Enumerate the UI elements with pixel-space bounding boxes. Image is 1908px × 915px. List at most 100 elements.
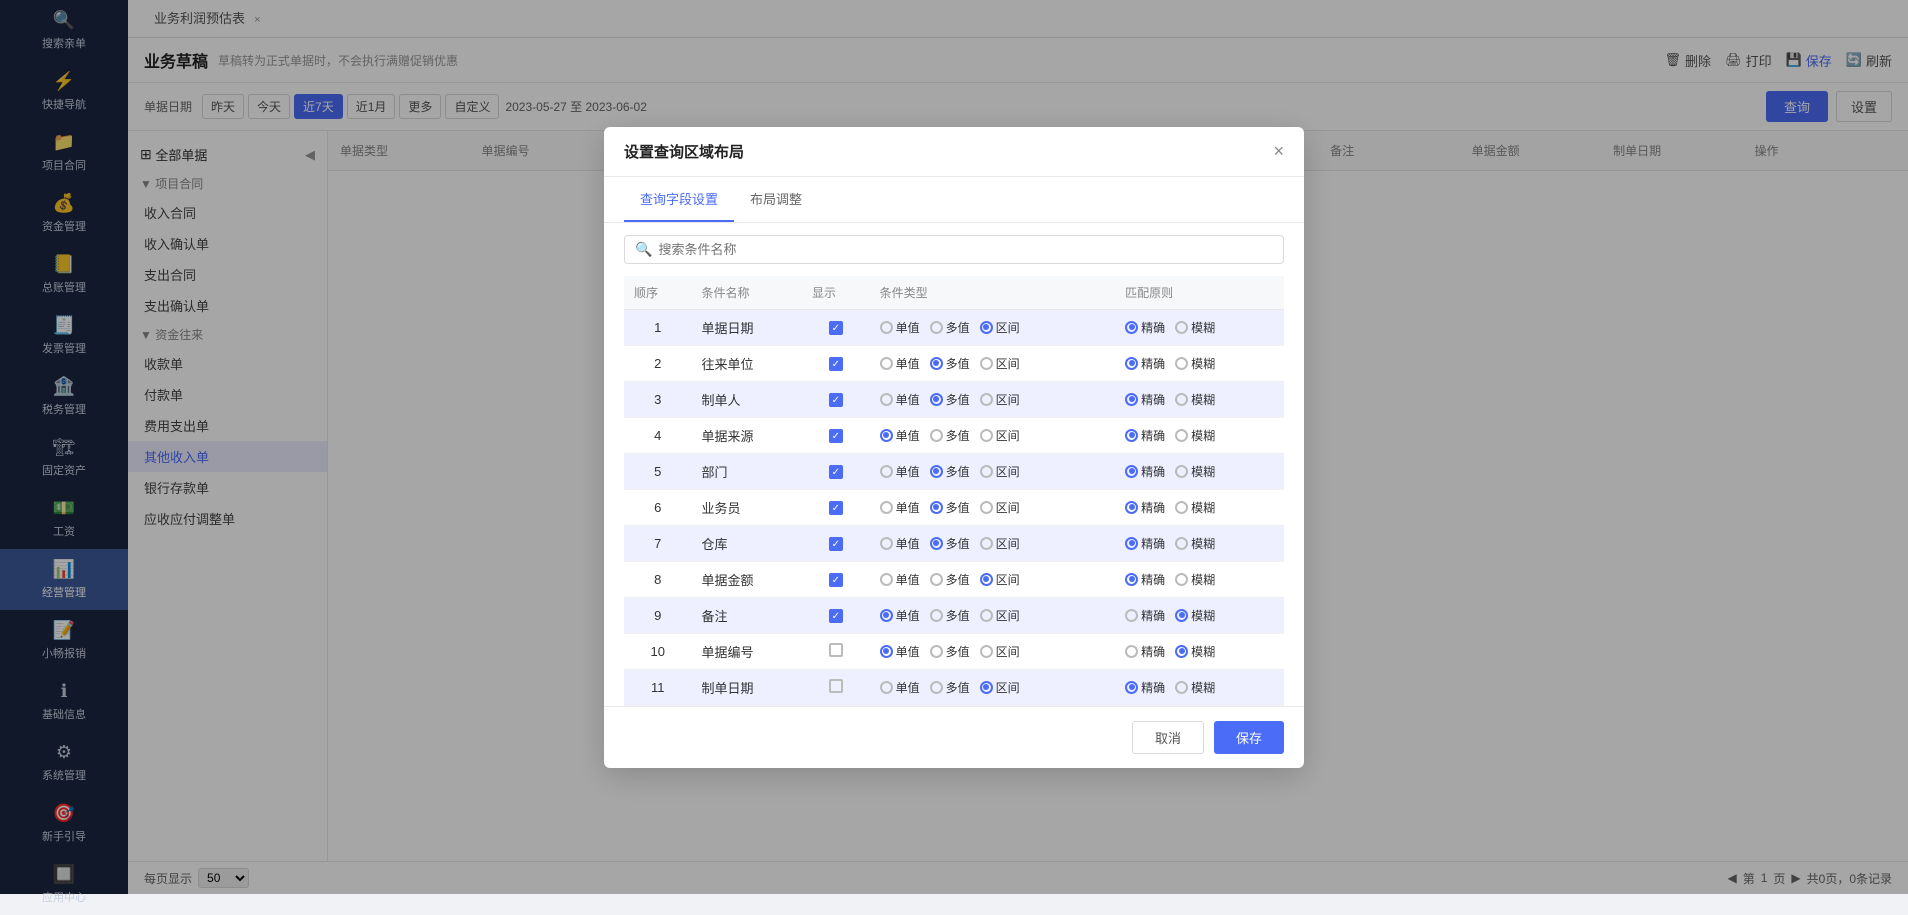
- radio-condition-range-2[interactable]: 区间: [980, 355, 1020, 372]
- radio-condition-single-5[interactable]: 单值: [880, 463, 920, 480]
- radio-condition-single-10[interactable]: 单值: [880, 643, 920, 660]
- row-show-6[interactable]: ✓: [802, 489, 870, 525]
- checkbox-show-11[interactable]: [829, 679, 843, 693]
- checkbox-show-1[interactable]: ✓: [829, 321, 843, 335]
- row-show-1[interactable]: ✓: [802, 309, 870, 345]
- radio-condition-single-2[interactable]: 单值: [880, 355, 920, 372]
- checkbox-show-10[interactable]: [829, 643, 843, 657]
- row-show-4[interactable]: ✓: [802, 417, 870, 453]
- row-match-4[interactable]: 精确模糊: [1115, 417, 1284, 453]
- row-match-2[interactable]: 精确模糊: [1115, 345, 1284, 381]
- radio-match-exact-6[interactable]: 精确: [1125, 499, 1165, 516]
- row-condition-9[interactable]: 单值多值区间: [870, 597, 1116, 633]
- row-match-1[interactable]: 精确模糊: [1115, 309, 1284, 345]
- radio-match-exact-11[interactable]: 精确: [1125, 679, 1165, 696]
- modal-tab-layout-adjust[interactable]: 布局调整: [734, 177, 818, 222]
- row-match-11[interactable]: 精确模糊: [1115, 669, 1284, 705]
- radio-condition-multi-9[interactable]: 多值: [930, 607, 970, 624]
- row-show-10[interactable]: [802, 633, 870, 669]
- row-show-5[interactable]: ✓: [802, 453, 870, 489]
- radio-condition-range-1[interactable]: 区间: [980, 319, 1020, 336]
- radio-condition-multi-4[interactable]: 多值: [930, 427, 970, 444]
- row-show-2[interactable]: ✓: [802, 345, 870, 381]
- radio-match-exact-5[interactable]: 精确: [1125, 463, 1165, 480]
- radio-condition-range-8[interactable]: 区间: [980, 571, 1020, 588]
- radio-condition-range-9[interactable]: 区间: [980, 607, 1020, 624]
- radio-condition-single-4[interactable]: 单值: [880, 427, 920, 444]
- radio-condition-range-7[interactable]: 区间: [980, 535, 1020, 552]
- radio-match-exact-4[interactable]: 精确: [1125, 427, 1165, 444]
- row-match-6[interactable]: 精确模糊: [1115, 489, 1284, 525]
- radio-condition-range-5[interactable]: 区间: [980, 463, 1020, 480]
- row-show-11[interactable]: [802, 669, 870, 705]
- row-condition-11[interactable]: 单值多值区间: [870, 669, 1116, 705]
- radio-match-exact-2[interactable]: 精确: [1125, 355, 1165, 372]
- radio-match-exact-8[interactable]: 精确: [1125, 571, 1165, 588]
- row-match-8[interactable]: 精确模糊: [1115, 561, 1284, 597]
- row-condition-1[interactable]: 单值多值区间: [870, 309, 1116, 345]
- row-condition-6[interactable]: 单值多值区间: [870, 489, 1116, 525]
- radio-condition-single-11[interactable]: 单值: [880, 679, 920, 696]
- row-match-10[interactable]: 精确模糊: [1115, 633, 1284, 669]
- row-show-8[interactable]: ✓: [802, 561, 870, 597]
- radio-match-fuzzy-8[interactable]: 模糊: [1175, 571, 1215, 588]
- radio-condition-multi-7[interactable]: 多值: [930, 535, 970, 552]
- row-show-3[interactable]: ✓: [802, 381, 870, 417]
- radio-condition-multi-10[interactable]: 多值: [930, 643, 970, 660]
- radio-condition-multi-5[interactable]: 多值: [930, 463, 970, 480]
- radio-match-fuzzy-11[interactable]: 模糊: [1175, 679, 1215, 696]
- radio-condition-single-1[interactable]: 单值: [880, 319, 920, 336]
- modal-close-btn[interactable]: ×: [1273, 142, 1284, 160]
- modal-tab-field-settings[interactable]: 查询字段设置: [624, 177, 734, 222]
- radio-match-fuzzy-1[interactable]: 模糊: [1175, 319, 1215, 336]
- row-match-3[interactable]: 精确模糊: [1115, 381, 1284, 417]
- radio-match-fuzzy-9[interactable]: 模糊: [1175, 607, 1215, 624]
- row-match-5[interactable]: 精确模糊: [1115, 453, 1284, 489]
- radio-match-fuzzy-10[interactable]: 模糊: [1175, 643, 1215, 660]
- checkbox-show-3[interactable]: ✓: [829, 393, 843, 407]
- radio-match-exact-7[interactable]: 精确: [1125, 535, 1165, 552]
- checkbox-show-6[interactable]: ✓: [829, 501, 843, 515]
- radio-match-exact-3[interactable]: 精确: [1125, 391, 1165, 408]
- radio-condition-single-7[interactable]: 单值: [880, 535, 920, 552]
- radio-match-fuzzy-6[interactable]: 模糊: [1175, 499, 1215, 516]
- radio-condition-multi-3[interactable]: 多值: [930, 391, 970, 408]
- checkbox-show-9[interactable]: ✓: [829, 609, 843, 623]
- row-condition-10[interactable]: 单值多值区间: [870, 633, 1116, 669]
- radio-match-exact-1[interactable]: 精确: [1125, 319, 1165, 336]
- radio-condition-multi-11[interactable]: 多值: [930, 679, 970, 696]
- radio-condition-multi-8[interactable]: 多值: [930, 571, 970, 588]
- checkbox-show-7[interactable]: ✓: [829, 537, 843, 551]
- row-condition-7[interactable]: 单值多值区间: [870, 525, 1116, 561]
- save-button[interactable]: 保存: [1214, 721, 1284, 754]
- cancel-button[interactable]: 取消: [1132, 721, 1204, 754]
- radio-condition-range-10[interactable]: 区间: [980, 643, 1020, 660]
- radio-condition-multi-2[interactable]: 多值: [930, 355, 970, 372]
- radio-condition-multi-6[interactable]: 多值: [930, 499, 970, 516]
- checkbox-show-8[interactable]: ✓: [829, 573, 843, 587]
- row-match-9[interactable]: 精确模糊: [1115, 597, 1284, 633]
- radio-match-exact-10[interactable]: 精确: [1125, 643, 1165, 660]
- radio-condition-range-3[interactable]: 区间: [980, 391, 1020, 408]
- row-condition-5[interactable]: 单值多值区间: [870, 453, 1116, 489]
- radio-condition-multi-1[interactable]: 多值: [930, 319, 970, 336]
- radio-condition-single-8[interactable]: 单值: [880, 571, 920, 588]
- radio-condition-range-6[interactable]: 区间: [980, 499, 1020, 516]
- row-condition-3[interactable]: 单值多值区间: [870, 381, 1116, 417]
- row-condition-4[interactable]: 单值多值区间: [870, 417, 1116, 453]
- radio-condition-single-6[interactable]: 单值: [880, 499, 920, 516]
- row-show-9[interactable]: ✓: [802, 597, 870, 633]
- checkbox-show-2[interactable]: ✓: [829, 357, 843, 371]
- radio-condition-range-4[interactable]: 区间: [980, 427, 1020, 444]
- radio-match-exact-9[interactable]: 精确: [1125, 607, 1165, 624]
- radio-condition-single-9[interactable]: 单值: [880, 607, 920, 624]
- radio-match-fuzzy-2[interactable]: 模糊: [1175, 355, 1215, 372]
- checkbox-show-5[interactable]: ✓: [829, 465, 843, 479]
- radio-match-fuzzy-7[interactable]: 模糊: [1175, 535, 1215, 552]
- radio-match-fuzzy-4[interactable]: 模糊: [1175, 427, 1215, 444]
- radio-match-fuzzy-3[interactable]: 模糊: [1175, 391, 1215, 408]
- checkbox-show-4[interactable]: ✓: [829, 429, 843, 443]
- row-condition-2[interactable]: 单值多值区间: [870, 345, 1116, 381]
- radio-match-fuzzy-5[interactable]: 模糊: [1175, 463, 1215, 480]
- radio-condition-range-11[interactable]: 区间: [980, 679, 1020, 696]
